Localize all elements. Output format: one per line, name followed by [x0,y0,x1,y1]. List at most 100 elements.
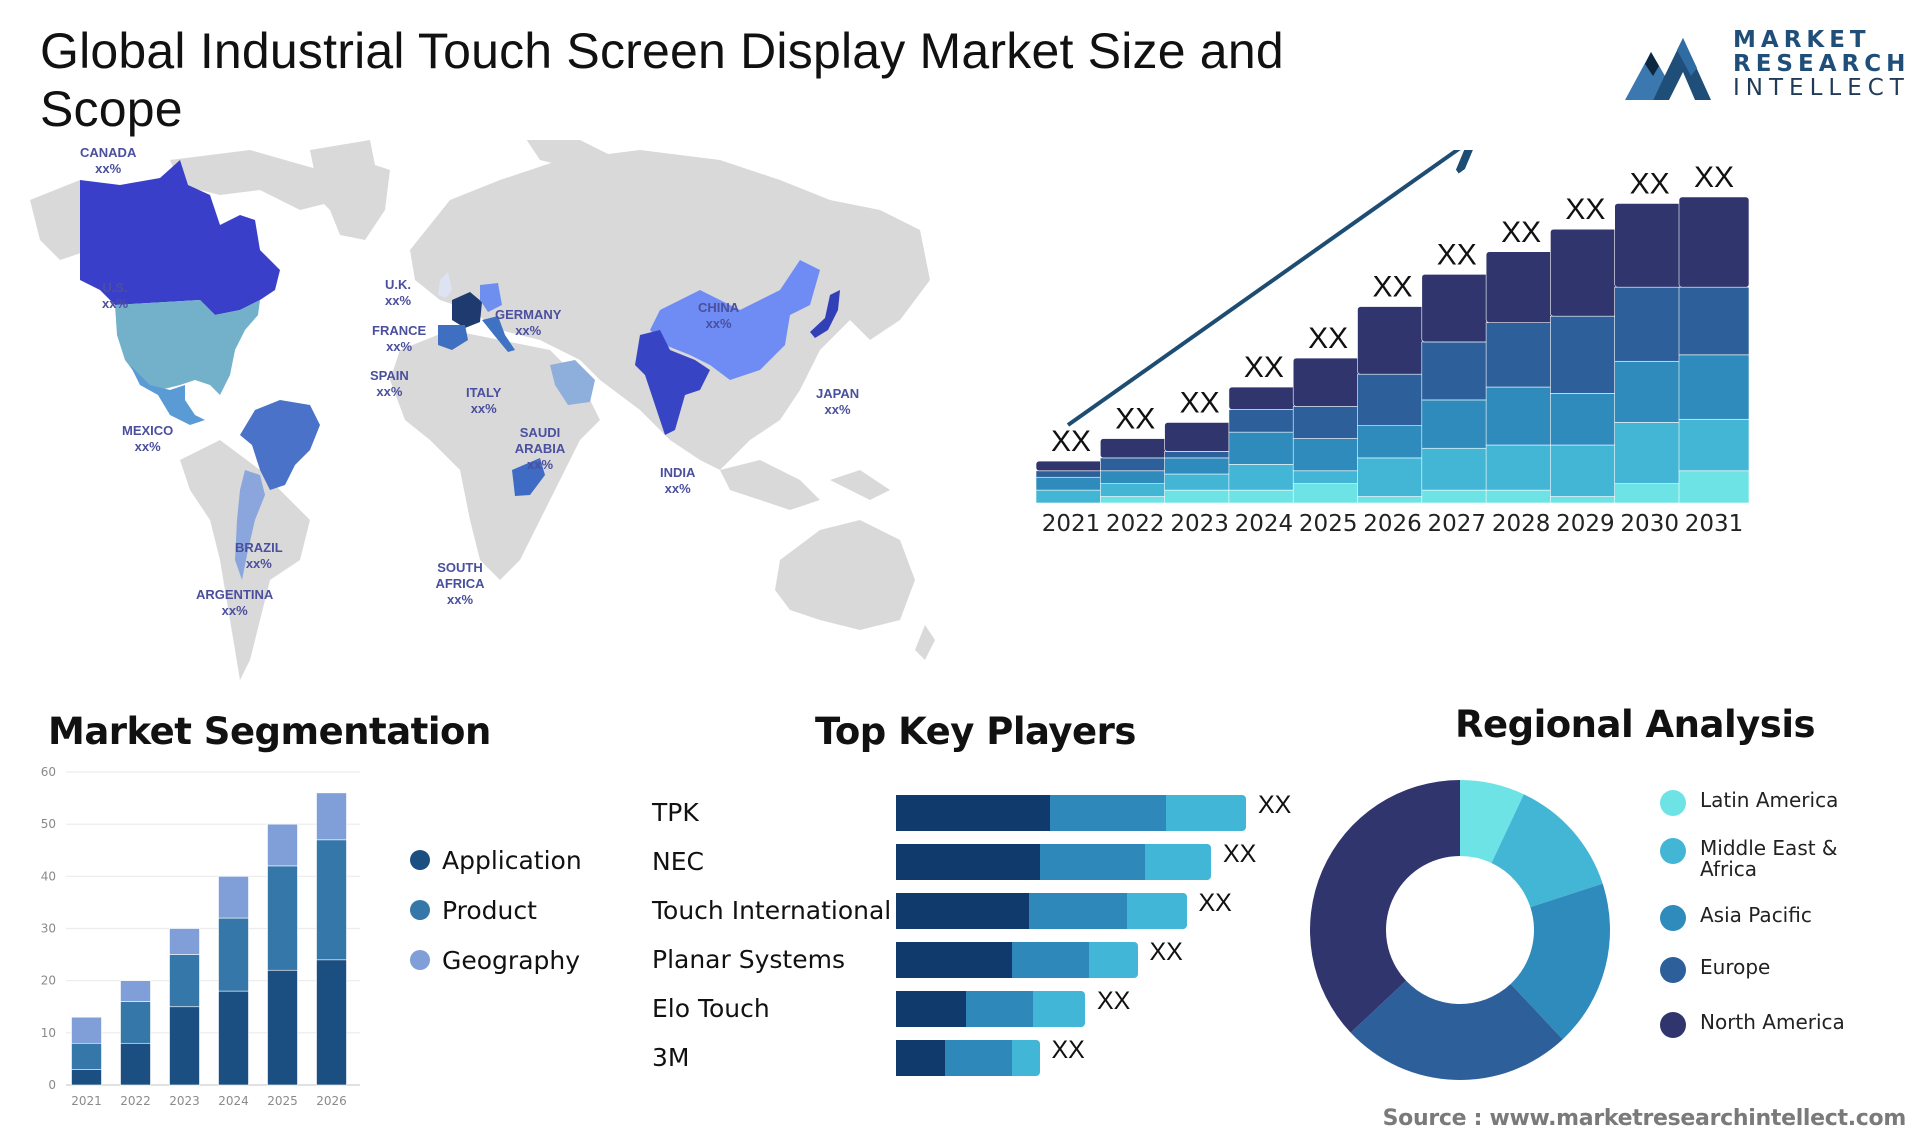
bar-group-2026 [1357,306,1428,504]
y-tick-label: 0 [48,1078,56,1092]
bar-segment-geography [120,980,151,1002]
bar-segment-geography [316,792,347,841]
segmentation-title: Market Segmentation [48,710,491,753]
bar-group-2028 [1485,251,1557,504]
x-tick-label: 2021 [1042,511,1101,537]
bar-group-2031 [1678,196,1750,504]
bar-segment [1164,457,1235,475]
player-name: NEC [652,847,704,876]
legend-label: Latin America [1700,788,1839,812]
player-bar [896,893,1187,929]
bar-group-2029 [1550,228,1621,504]
bar-group-2025 [1292,357,1364,504]
segmentation-legend: Application Product Geography [410,835,582,985]
player-value-label: XX [1149,938,1183,966]
source-credit: Source : www.marketresearchintellect.com [1382,1106,1907,1131]
player-name: Elo Touch [652,994,770,1023]
player-bar [896,942,1138,978]
logo-line-1: MARKET [1733,27,1871,53]
player-bar-segment [1050,795,1166,831]
legend-label: Product [442,895,537,925]
bar-segment [1485,251,1557,323]
player-bar-segment [1011,942,1089,978]
player-bar-segment [1127,893,1187,929]
x-tick-label: 2025 [1299,511,1358,537]
market-growth-chart: XX 2021 XX 2022 XX 2023 XX 2024 XX 2025 XX 2026 XX 20… [1035,150,1750,537]
x-tick-label: 2024 [1235,511,1294,537]
bar-segment-application [169,1006,200,1086]
player-bar-segment [1029,893,1127,929]
map-label-spain: SPAIN xx% [370,368,409,399]
x-tick-label: 2028 [1492,511,1551,537]
x-tick-label: 2022 [120,1094,151,1108]
bar-segment [1164,473,1235,491]
player-bar-segment [966,991,1033,1027]
bar-segment [1292,483,1364,504]
brand-logo: MARKET RESEARCH INTELLECT [1625,26,1905,106]
bar-segment [1100,457,1171,472]
bar-segment [1614,360,1686,423]
bar-segment [1421,447,1493,491]
bar-segment [1421,489,1493,504]
map-label-brazil: BRAZIL xx% [235,540,283,571]
bar-segment-product [169,954,200,1008]
map-label-argentina: ARGENTINA xx% [196,587,274,618]
bar-segment [1678,418,1750,472]
x-tick-label: 2023 [1170,511,1229,537]
bar-group-2021 [1035,460,1107,504]
player-bar-segment [896,991,966,1027]
bar-segment-geography [169,928,200,955]
map-label-uk: U.K. xx% [385,277,412,308]
legend-label: Geography [442,945,581,975]
y-tick-label: 30 [41,922,56,936]
bar-value-label: XX [1244,351,1284,384]
player-bar-segment [1032,991,1085,1027]
bar-segment [1292,357,1364,407]
bar-segment [1164,489,1235,504]
bar-segment [1228,464,1300,491]
player-bar [896,844,1211,880]
bar-group-2023 [1164,422,1235,504]
player-bar [896,795,1246,831]
x-tick-label: 2027 [1428,511,1487,537]
legend-dot-icon [1660,838,1686,864]
bar-segment-geography [267,823,298,867]
bar-segment [1292,406,1364,439]
legend-label: Europe [1700,955,1771,979]
legend-item-geography: Geography [410,935,582,985]
bar-segment [1421,341,1493,401]
legend-dot-icon [1660,1012,1686,1038]
map-label-mexico: MEXICO xx% [122,423,174,454]
bar-value-label: XX [1115,403,1155,436]
player-value-label: XX [1051,1036,1085,1064]
player-bar-segment [1011,1040,1040,1076]
player-bar-segment [896,942,1012,978]
bar-value-label: XX [1630,167,1670,200]
x-tick-label: 2024 [218,1094,249,1108]
bar-segment-product [316,839,347,961]
player-bar-segment [896,844,1040,880]
bar-group-2030 [1614,203,1686,504]
bar-value-label: XX [1372,271,1412,304]
logo-line-2: RESEARCH [1733,51,1911,77]
bar-segment [1357,425,1428,459]
bar-group-2027 [1421,274,1493,504]
map-label-canada: CANADA xx% [80,145,137,176]
bar-segment [1292,470,1364,484]
bar-segment [1035,460,1107,472]
bar-segment-product [267,865,298,971]
legend-dot-icon [410,850,430,870]
legend-label: Middle East & Africa [1700,836,1838,881]
map-label-us: U.S. xx% [102,280,129,311]
x-tick-label: 2025 [267,1094,298,1108]
bar-value-label: XX [1437,238,1477,271]
bar-segment [1357,457,1428,497]
bar-segment-product [71,1042,102,1070]
player-value-label: XX [1198,889,1232,917]
bar-segment-application [316,959,347,1086]
legend-dot-icon [1660,905,1686,931]
bar-segment [1228,409,1300,433]
bar-segment [1678,354,1750,420]
bar-value-label: XX [1180,386,1220,419]
x-tick-label: 2026 [316,1094,347,1108]
